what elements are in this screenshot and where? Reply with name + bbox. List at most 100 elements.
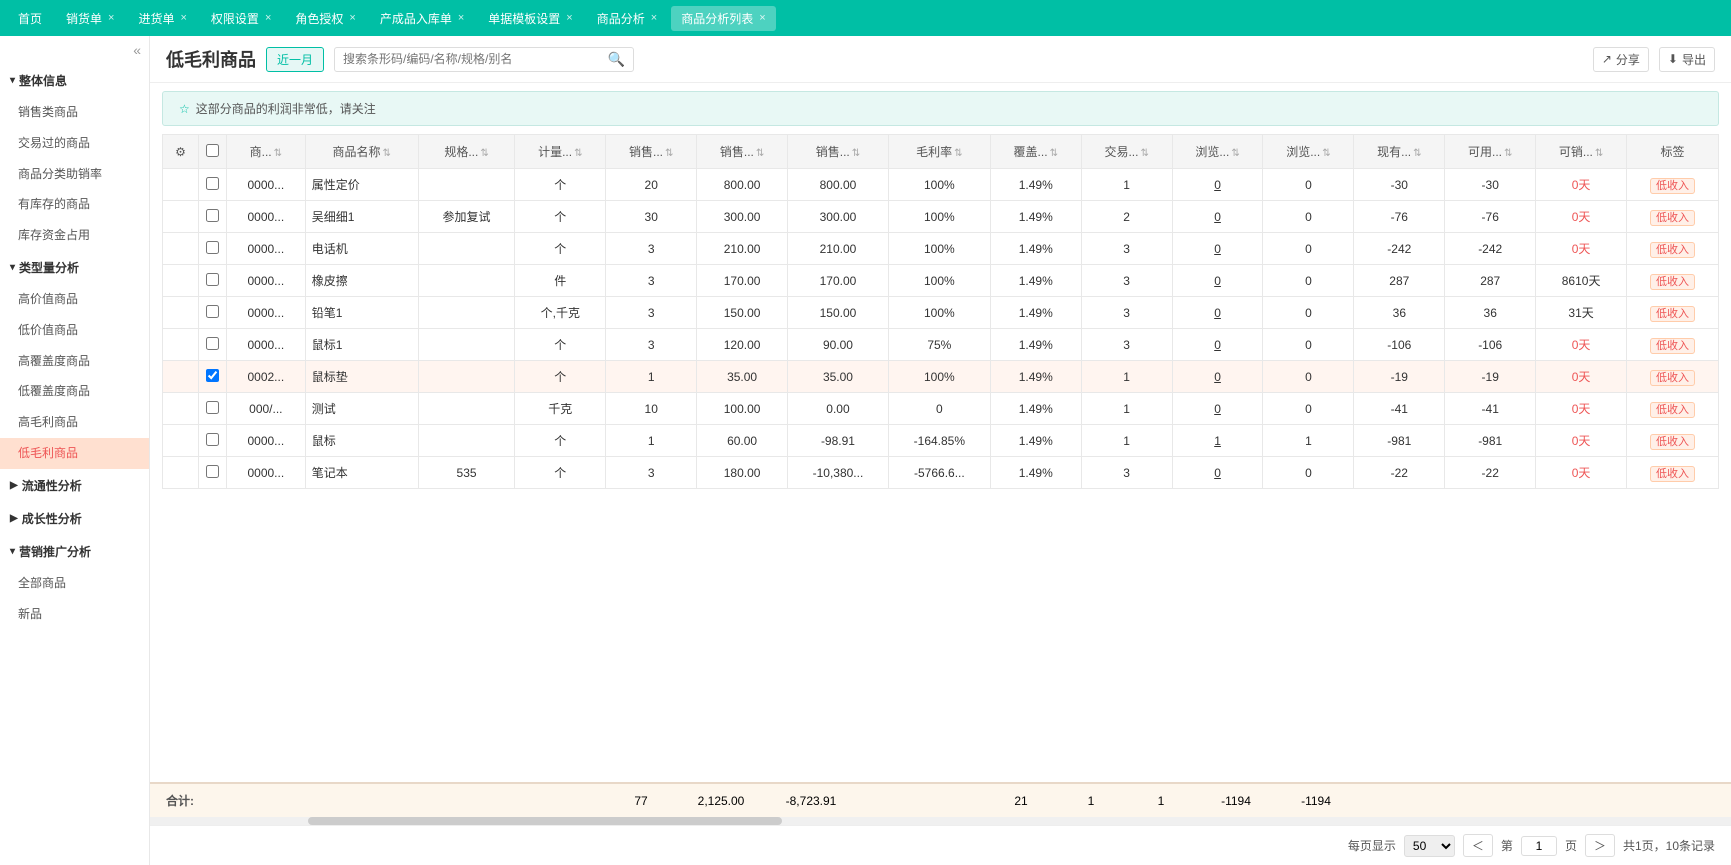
date-filter-button[interactable]: 近一月 (266, 47, 324, 72)
share-button[interactable]: ↗ 分享 (1593, 47, 1649, 72)
row-tag-7: 低收入 (1627, 393, 1719, 425)
sidebar-item-high-coverage[interactable]: 高覆盖度商品 (0, 346, 149, 377)
nav-template-label: 单据模板设置 (488, 10, 560, 27)
sidebar-item-low-margin[interactable]: 低毛利商品 (0, 438, 149, 469)
row-sales-amount-9: 180.00 (697, 457, 788, 489)
sidebar-item-high-value[interactable]: 高价值商品 (0, 284, 149, 315)
row-tag-9: 低收入 (1627, 457, 1719, 489)
row-check-3[interactable] (199, 265, 227, 297)
row-checkbox-9[interactable] (206, 465, 219, 478)
row-view1-5[interactable]: 0 (1172, 329, 1263, 361)
sidebar-group-type[interactable]: ▾ 类型量分析 (0, 251, 149, 284)
nav-roles[interactable]: 角色授权 × (285, 6, 365, 31)
scrollbar[interactable] (150, 817, 1731, 825)
row-sales-profit-8: -98.91 (788, 425, 889, 457)
row-check-4[interactable] (199, 297, 227, 329)
row-check-8[interactable] (199, 425, 227, 457)
nav-product-analysis[interactable]: 商品分析 × (587, 6, 667, 31)
row-check-1[interactable] (199, 201, 227, 233)
row-view1-3[interactable]: 0 (1172, 265, 1263, 297)
row-checkbox-6[interactable] (206, 369, 219, 382)
row-checkbox-4[interactable] (206, 305, 219, 318)
nav-product-analysis-close[interactable]: × (651, 12, 657, 24)
row-check-0[interactable] (199, 169, 227, 201)
nav-product-entry-close[interactable]: × (458, 12, 464, 24)
nav-product-analysis-list-close[interactable]: × (759, 12, 765, 24)
next-page-button[interactable]: ＞ (1585, 834, 1615, 857)
row-current-8: -981 (1354, 425, 1445, 457)
row-check-7[interactable] (199, 393, 227, 425)
nav-sales-close[interactable]: × (108, 12, 114, 24)
nav-sales[interactable]: 销货单 × (56, 6, 124, 31)
check-all-input[interactable] (206, 144, 219, 157)
row-view1-9[interactable]: 0 (1172, 457, 1263, 489)
search-input[interactable] (343, 52, 608, 66)
scrollbar-thumb[interactable] (308, 817, 782, 825)
export-icon: ⬇ (1668, 52, 1678, 66)
prev-page-button[interactable]: ＜ (1463, 834, 1493, 857)
row-check-2[interactable] (199, 233, 227, 265)
row-check-6[interactable] (199, 361, 227, 393)
row-view1-4[interactable]: 0 (1172, 297, 1263, 329)
search-icon[interactable]: 🔍 (608, 51, 625, 68)
row-unit-2: 个 (515, 233, 606, 265)
export-button[interactable]: ⬇ 导出 (1659, 47, 1715, 72)
total-label: 合计: (166, 792, 226, 809)
row-checkbox-5[interactable] (206, 337, 219, 350)
sidebar-group-growth[interactable]: ▶ 成长性分析 (0, 502, 149, 535)
sidebar-item-stock-capital[interactable]: 库存资金占用 (0, 220, 149, 251)
row-check-5[interactable] (199, 329, 227, 361)
sidebar-collapse-btn[interactable]: « (0, 36, 149, 64)
nav-permissions[interactable]: 权限设置 × (201, 6, 281, 31)
sidebar-group-marketing[interactable]: ▾ 营销推广分析 (0, 535, 149, 568)
table-container[interactable]: ⚙ 商...⇅ 商品名称⇅ 规格...⇅ 计量...⇅ 销售...⇅ 销售...… (150, 134, 1731, 782)
row-view1-0[interactable]: 0 (1172, 169, 1263, 201)
row-view1-8[interactable]: 1 (1172, 425, 1263, 457)
nav-permissions-close[interactable]: × (265, 12, 271, 24)
nav-roles-close[interactable]: × (349, 12, 355, 24)
row-tag-8: 低收入 (1627, 425, 1719, 457)
sidebar-item-high-margin[interactable]: 高毛利商品 (0, 407, 149, 438)
row-check-9[interactable] (199, 457, 227, 489)
row-checkbox-2[interactable] (206, 241, 219, 254)
sidebar-group-liquidity[interactable]: ▶ 流通性分析 (0, 469, 149, 502)
nav-purchase[interactable]: 进货单 × (128, 6, 196, 31)
nav-home[interactable]: 首页 (8, 6, 52, 31)
col-gear[interactable]: ⚙ (163, 135, 199, 169)
row-checkbox-8[interactable] (206, 433, 219, 446)
row-view1-7[interactable]: 0 (1172, 393, 1263, 425)
row-view1-2[interactable]: 0 (1172, 233, 1263, 265)
sidebar-item-low-value[interactable]: 低价值商品 (0, 315, 149, 346)
row-name-1: 吴细细1 (305, 201, 418, 233)
sidebar-item-category-rate[interactable]: 商品分类助销率 (0, 159, 149, 190)
row-spec-4 (418, 297, 515, 329)
share-icon: ↗ (1602, 52, 1612, 66)
page-size-select[interactable]: 50 20 100 (1404, 835, 1455, 857)
sidebar-item-sales-products[interactable]: 销售类商品 (0, 97, 149, 128)
row-view1-6[interactable]: 0 (1172, 361, 1263, 393)
nav-template-close[interactable]: × (566, 12, 572, 24)
row-checkbox-0[interactable] (206, 177, 219, 190)
nav-template[interactable]: 单据模板设置 × (478, 6, 582, 31)
sidebar-item-in-stock[interactable]: 有库存的商品 (0, 189, 149, 220)
nav-purchase-close[interactable]: × (180, 12, 186, 24)
col-check-all[interactable] (199, 135, 227, 169)
row-checkbox-7[interactable] (206, 401, 219, 414)
page-number-input[interactable] (1521, 836, 1557, 856)
sidebar-group-overall[interactable]: ▾ 整体信息 (0, 64, 149, 97)
arrow-marketing: ▾ (10, 546, 15, 557)
table-row: 000/... 测试 千克 10 100.00 0.00 0 1.49% 1 0… (163, 393, 1719, 425)
row-current-2: -242 (1354, 233, 1445, 265)
row-checkbox-3[interactable] (206, 273, 219, 286)
sidebar-item-new-products[interactable]: 新品 (0, 599, 149, 630)
nav-product-entry[interactable]: 产成品入库单 × (370, 6, 474, 31)
tag-badge-2: 低收入 (1650, 242, 1695, 258)
sidebar-item-low-coverage[interactable]: 低覆盖度商品 (0, 376, 149, 407)
sidebar-item-all-products[interactable]: 全部商品 (0, 568, 149, 599)
row-checkbox-1[interactable] (206, 209, 219, 222)
row-code-9: 0000... (227, 457, 306, 489)
row-sales-profit-9: -10,380... (788, 457, 889, 489)
nav-product-analysis-list[interactable]: 商品分析列表 × (671, 6, 775, 31)
sidebar-item-traded-products[interactable]: 交易过的商品 (0, 128, 149, 159)
row-view1-1[interactable]: 0 (1172, 201, 1263, 233)
